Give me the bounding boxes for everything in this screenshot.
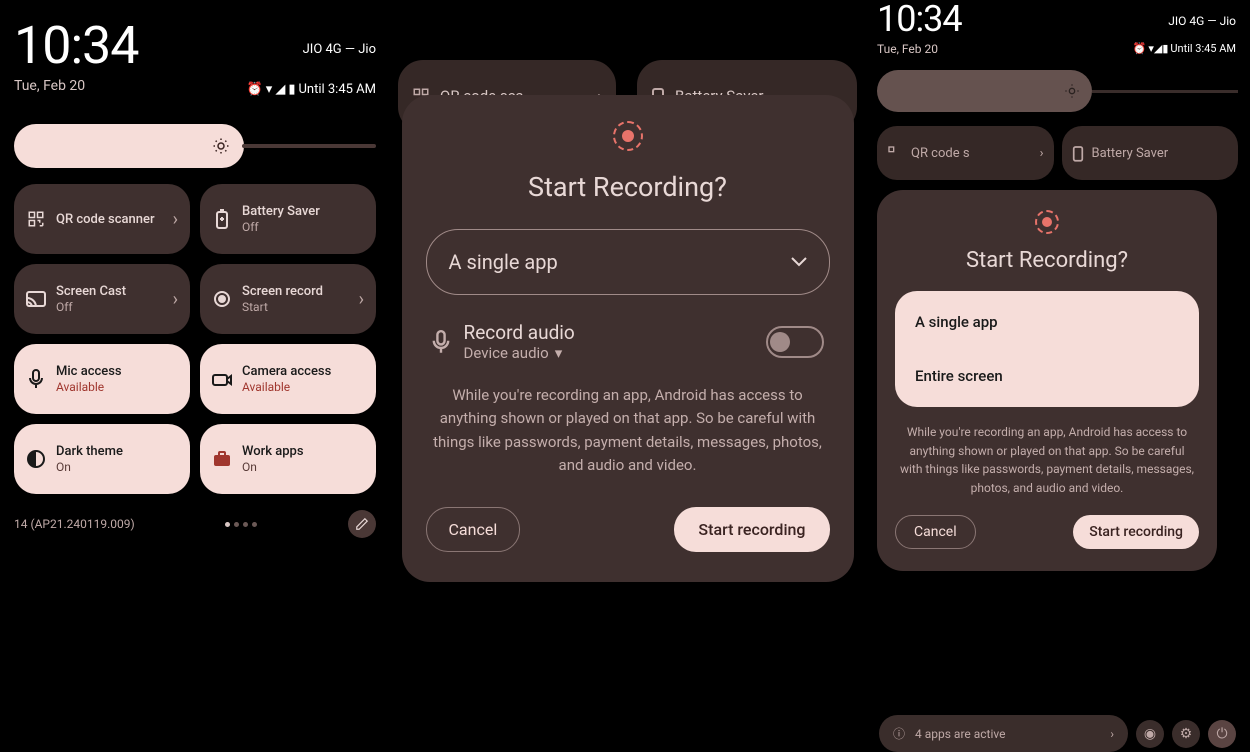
- dropdown-arrow-icon: ▾: [555, 344, 563, 362]
- wifi-icon: ▾: [266, 82, 273, 97]
- brightness-slider[interactable]: [877, 70, 1238, 112]
- signal-icon: ◢: [275, 82, 285, 97]
- tile-screen-cast[interactable]: Screen CastOff ›: [14, 264, 190, 334]
- battery-saver-icon: [212, 209, 232, 229]
- status-alarm: ⏰ ▾ ◢ ▮ Until 3:45 AM: [247, 82, 376, 97]
- chevron-down-icon: [791, 257, 807, 267]
- settings-icon[interactable]: ⚙: [1172, 720, 1200, 748]
- option-single-app[interactable]: A single app: [895, 295, 1199, 349]
- record-icon: [212, 289, 232, 309]
- cancel-button[interactable]: Cancel: [895, 515, 976, 549]
- mic-icon: [26, 369, 46, 389]
- status-alarm: ⏰▾◢▮Until 3:45 AM: [1133, 42, 1236, 55]
- scope-dropdown[interactable]: A single app: [426, 229, 830, 295]
- chevron-right-icon: ›: [173, 289, 178, 310]
- edit-button[interactable]: [348, 510, 376, 538]
- audio-toggle[interactable]: [766, 326, 824, 358]
- audio-title: Record audio: [464, 321, 752, 344]
- work-icon: [212, 449, 232, 469]
- status-carrier: JIO 4G — Jio: [303, 42, 376, 57]
- start-recording-button[interactable]: Start recording: [674, 507, 829, 552]
- camera-icon: [212, 369, 232, 389]
- warning-text: While you're recording an app, Android h…: [426, 384, 830, 477]
- record-icon: [613, 121, 643, 151]
- chevron-right-icon: ›: [359, 289, 364, 310]
- info-icon: ⓘ: [893, 725, 905, 742]
- qr-icon: [26, 209, 46, 229]
- tile-screen-record[interactable]: Screen recordStart ›: [200, 264, 376, 334]
- user-icon[interactable]: ◉: [1136, 720, 1164, 748]
- dialog-title: Start Recording?: [528, 171, 727, 203]
- build-number: 14 (AP21.240119.009): [14, 517, 135, 531]
- alarm-icon: ⏰: [247, 82, 263, 97]
- tile-battery-saver[interactable]: Battery SaverOff: [200, 184, 376, 254]
- battery-icon: ▮: [288, 82, 295, 97]
- brightness-icon: [212, 137, 230, 155]
- tile-qr-scanner[interactable]: QR code scanner ›: [14, 184, 190, 254]
- active-apps-pill[interactable]: ⓘ 4 apps are active ›: [879, 715, 1128, 752]
- status-carrier: JIO 4G — Jio: [1168, 14, 1236, 28]
- start-recording-button[interactable]: Start recording: [1073, 515, 1199, 549]
- dialog-title: Start Recording?: [966, 248, 1128, 273]
- page-indicator: [225, 522, 257, 527]
- chevron-right-icon: ›: [1110, 727, 1114, 741]
- dark-theme-icon: [26, 449, 46, 469]
- cancel-button[interactable]: Cancel: [426, 507, 521, 552]
- warning-text: While you're recording an app, Android h…: [895, 423, 1199, 497]
- tile-mic-access[interactable]: Mic accessAvailable: [14, 344, 190, 414]
- tile-camera-access[interactable]: Camera accessAvailable: [200, 344, 376, 414]
- mini-tile-qr[interactable]: QR code s›: [877, 126, 1054, 180]
- option-entire-screen[interactable]: Entire screen: [895, 349, 1199, 403]
- audio-source-dropdown[interactable]: Device audio ▾: [464, 344, 752, 362]
- brightness-slider[interactable]: [14, 124, 376, 168]
- chevron-right-icon: ›: [173, 209, 178, 230]
- cast-icon: [26, 289, 46, 309]
- power-icon[interactable]: ⏻: [1208, 720, 1236, 748]
- recording-dialog: Start Recording? A single app Record aud…: [402, 95, 854, 582]
- mini-tile-battery[interactable]: Battery Saver: [1062, 126, 1239, 180]
- mic-icon: [432, 330, 450, 354]
- tile-dark-theme[interactable]: Dark themeOn: [14, 424, 190, 494]
- record-icon: [1035, 210, 1059, 234]
- recording-dialog-options: Start Recording? A single app Entire scr…: [877, 190, 1217, 571]
- tile-work-apps[interactable]: Work appsOn: [200, 424, 376, 494]
